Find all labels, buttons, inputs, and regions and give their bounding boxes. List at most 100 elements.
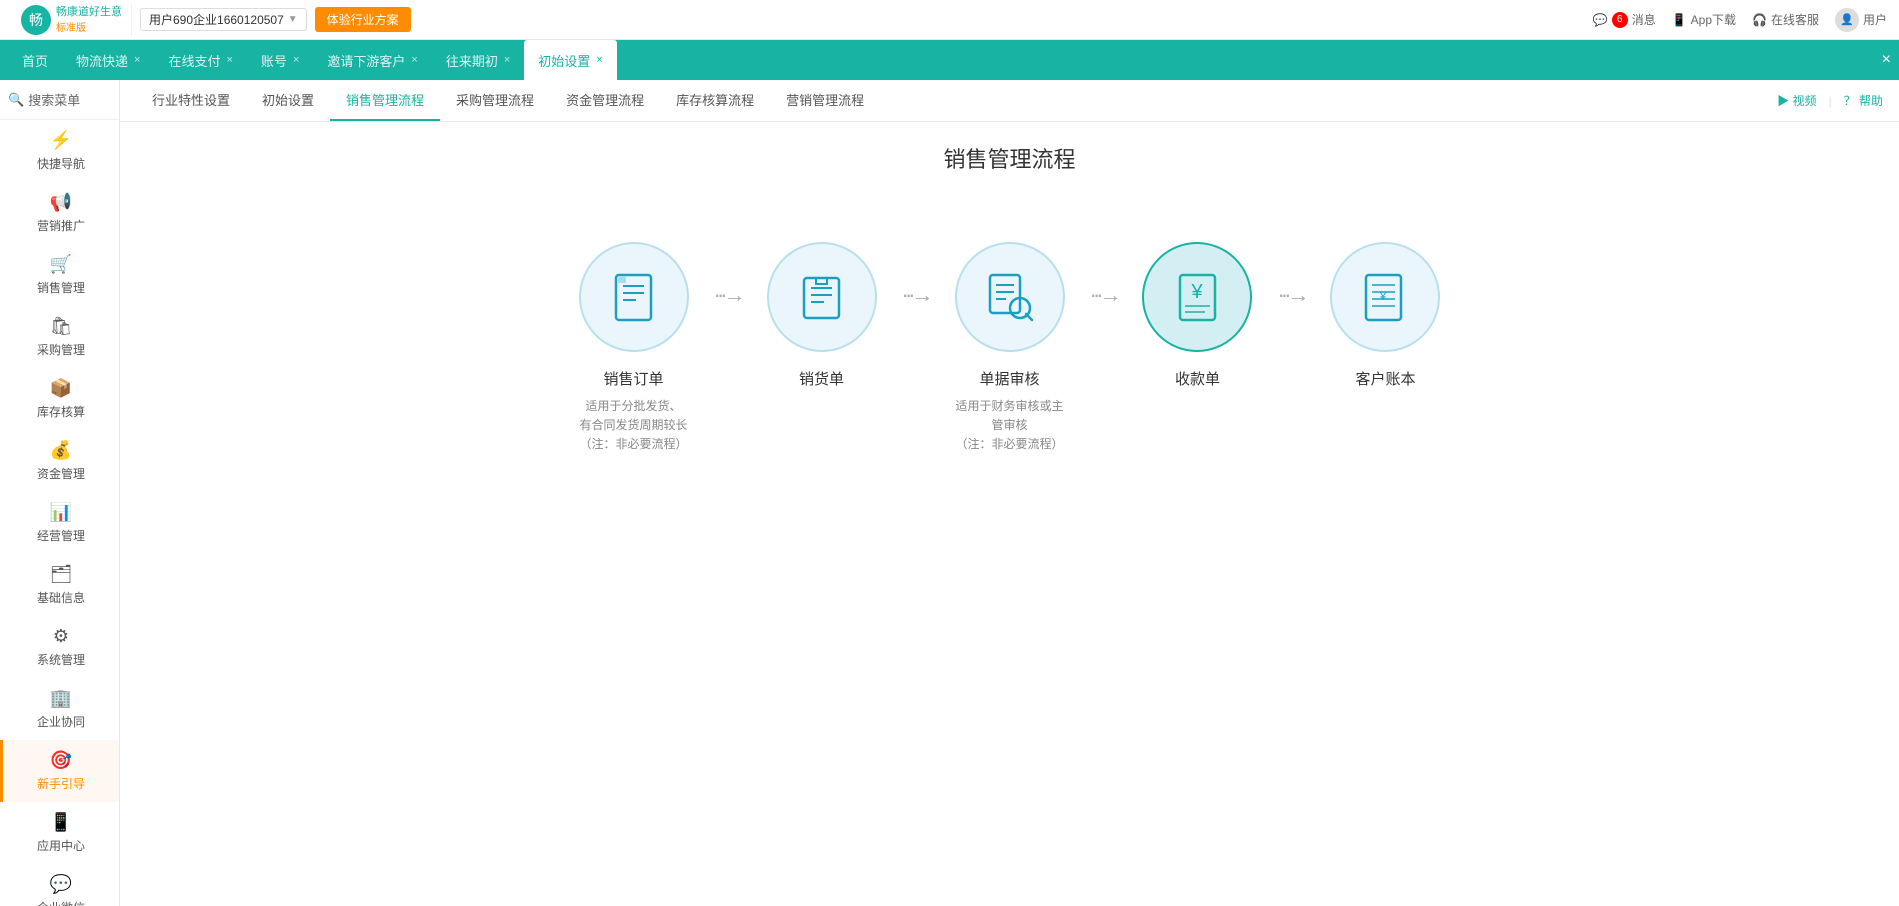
nav-tabs: 首页 物流快递 × 在线支付 × 账号 × 邀请下游客户 × 往来期初 × 初始… bbox=[0, 40, 1899, 80]
sidebar-item-marketing[interactable]: 📢 营销推广 bbox=[0, 182, 119, 244]
user-selector[interactable]: 用户690企业1660120507 ▼ bbox=[140, 8, 307, 31]
sidebar-item-system[interactable]: ⚙ 系统管理 bbox=[0, 616, 119, 678]
tab-invite-label: 邀请下游客户 bbox=[327, 51, 405, 70]
video-icon: ▶ bbox=[1777, 94, 1789, 108]
sidebar-item-app-center[interactable]: 📱 应用中心 bbox=[0, 802, 119, 864]
subtab-init[interactable]: 初始设置 bbox=[246, 80, 330, 121]
tab-payment-close[interactable]: × bbox=[226, 54, 232, 66]
sidebar-item-finance[interactable]: 💰 资金管理 bbox=[0, 430, 119, 492]
sidebar-item-wechat[interactable]: 💬 企业微信 bbox=[0, 864, 119, 906]
sidebar-item-base[interactable]: 🗂 基础信息 bbox=[0, 554, 119, 616]
sidebar-item-label: 企业协同 bbox=[37, 713, 85, 730]
page-content: 销售管理流程 销售订单 适用于分批发货、 有合 bbox=[120, 122, 1899, 906]
sidebar-item-label: 基础信息 bbox=[37, 589, 85, 606]
inventory-icon: 📦 bbox=[50, 378, 72, 399]
tab-init-close[interactable]: × bbox=[596, 54, 602, 66]
svg-text:¥: ¥ bbox=[1190, 281, 1203, 303]
tab-account-close[interactable]: × bbox=[293, 54, 299, 66]
user-avatar[interactable]: 👤 用户 bbox=[1835, 8, 1887, 32]
purchase-icon: 🛍 bbox=[50, 316, 73, 337]
flow-arrow-1: ···→ bbox=[714, 242, 742, 308]
top-bar: 畅 畅康道好生意 标准版 用户690企业1660120507 ▼ 体验行业方案 … bbox=[0, 0, 1899, 40]
tab-payment-label: 在线支付 bbox=[168, 51, 220, 70]
flow-circle-audit bbox=[955, 242, 1065, 352]
tab-invite[interactable]: 邀请下游客户 × bbox=[313, 40, 431, 80]
sidebar-item-label: 新手引导 bbox=[37, 775, 85, 792]
sidebar-item-quick-nav[interactable]: ⚡ 快捷导航 bbox=[0, 120, 119, 182]
sidebar-item-enterprise[interactable]: 🏢 企业协同 bbox=[0, 678, 119, 740]
subtab-industry[interactable]: 行业特性设置 bbox=[136, 80, 246, 121]
sidebar-item-label: 资金管理 bbox=[37, 465, 85, 482]
content-area: 行业特性设置 初始设置 销售管理流程 采购管理流程 资金管理流程 库存核算流程 … bbox=[120, 80, 1899, 906]
finance-icon: 💰 bbox=[50, 440, 72, 461]
sidebar-item-operation[interactable]: 📊 经营管理 bbox=[0, 492, 119, 554]
tab-init[interactable]: 初始设置 × bbox=[524, 40, 616, 80]
tab-period-close[interactable]: × bbox=[504, 54, 510, 66]
main-layout: 🔍 搜索菜单 ⚡ 快捷导航 📢 营销推广 🛒 销售管理 🛍 采购管理 📦 库存核… bbox=[0, 80, 1899, 906]
message-badge: 6 bbox=[1612, 12, 1628, 28]
quick-nav-icon: ⚡ bbox=[50, 130, 72, 151]
headset-icon: 🎧 bbox=[1752, 13, 1767, 27]
avatar: 👤 bbox=[1835, 8, 1859, 32]
flow-circle-sales-order bbox=[579, 242, 689, 352]
operation-icon: 📊 bbox=[50, 502, 72, 523]
sidebar: 🔍 搜索菜单 ⚡ 快捷导航 📢 营销推广 🛒 销售管理 🛍 采购管理 📦 库存核… bbox=[0, 80, 120, 906]
sidebar-item-label: 采购管理 bbox=[37, 341, 85, 358]
trial-button[interactable]: 体验行业方案 bbox=[315, 7, 411, 32]
logo-area: 畅 畅康道好生意 标准版 bbox=[12, 4, 132, 36]
tab-logistics-close[interactable]: × bbox=[134, 54, 140, 66]
sales-icon: 🛒 bbox=[50, 254, 72, 275]
base-icon: 🗂 bbox=[50, 564, 73, 585]
sidebar-item-inventory[interactable]: 📦 库存核算 bbox=[0, 368, 119, 430]
tab-payment[interactable]: 在线支付 × bbox=[154, 40, 246, 80]
flow-item-customer-ledger: ¥ 客户账本 bbox=[1305, 242, 1465, 397]
tab-invite-close[interactable]: × bbox=[411, 54, 417, 66]
user-label: 用户690企业1660120507 bbox=[149, 11, 284, 28]
svg-text:畅: 畅 bbox=[29, 12, 43, 28]
message-button[interactable]: 💬 6 消息 bbox=[1593, 11, 1656, 28]
enterprise-icon: 🏢 bbox=[50, 688, 72, 709]
flow-desc-sales-order: 适用于分批发货、 有合同发货周期较长 （注：非必要流程） bbox=[580, 397, 688, 455]
flow-arrow-3: ···→ bbox=[1090, 242, 1118, 308]
sidebar-item-label: 营销推广 bbox=[37, 217, 85, 234]
online-service-button[interactable]: 🎧 在线客服 bbox=[1752, 11, 1819, 28]
search-icon: 🔍 bbox=[8, 92, 24, 108]
flow-circle-receipt: ¥ bbox=[1142, 242, 1252, 352]
flow-label-sales-order: 销售订单 bbox=[604, 368, 664, 389]
flow-circle-sales-invoice bbox=[767, 242, 877, 352]
app-center-icon: 📱 bbox=[50, 812, 72, 833]
tab-logistics[interactable]: 物流快递 × bbox=[62, 40, 154, 80]
subtab-fund-flow[interactable]: 资金管理流程 bbox=[550, 80, 660, 121]
flow-arrow-2: ···→ bbox=[902, 242, 930, 308]
subtab-inventory-flow[interactable]: 库存核算流程 bbox=[660, 80, 770, 121]
sidebar-item-label: 销售管理 bbox=[37, 279, 85, 296]
subtab-purchase-flow[interactable]: 采购管理流程 bbox=[440, 80, 550, 121]
sidebar-item-purchase[interactable]: 🛍 采购管理 bbox=[0, 306, 119, 368]
flow-item-sales-order: 销售订单 适用于分批发货、 有合同发货周期较长 （注：非必要流程） bbox=[554, 242, 714, 455]
tab-home-label: 首页 bbox=[22, 51, 48, 70]
flow-label-receipt: 收款单 bbox=[1175, 368, 1220, 389]
sidebar-item-label: 经营管理 bbox=[37, 527, 85, 544]
flow-desc-audit: 适用于财务审核或主 管审核 （注：非必要流程） bbox=[955, 397, 1063, 455]
search-menu[interactable]: 🔍 搜索菜单 bbox=[0, 80, 119, 120]
sidebar-item-sales[interactable]: 🛒 销售管理 bbox=[0, 244, 119, 306]
video-link[interactable]: ▶ 视频 bbox=[1777, 92, 1816, 109]
tab-period[interactable]: 往来期初 × bbox=[432, 40, 524, 80]
app-download-button[interactable]: 📱 App下载 bbox=[1672, 11, 1736, 28]
tab-home[interactable]: 首页 bbox=[8, 40, 62, 80]
tab-period-label: 往来期初 bbox=[446, 51, 498, 70]
tab-account[interactable]: 账号 × bbox=[247, 40, 313, 80]
sidebar-item-guide[interactable]: 🎯 新手引导 bbox=[0, 740, 119, 802]
sub-tabs: 行业特性设置 初始设置 销售管理流程 采购管理流程 资金管理流程 库存核算流程 … bbox=[120, 80, 1899, 122]
flow-label-customer-ledger: 客户账本 bbox=[1355, 368, 1415, 389]
help-link[interactable]: ？ 帮助 bbox=[1844, 92, 1883, 109]
sidebar-item-label: 应用中心 bbox=[37, 837, 85, 854]
flow-circle-customer-ledger: ¥ bbox=[1330, 242, 1440, 352]
flow-item-audit: 单据审核 适用于财务审核或主 管审核 （注：非必要流程） bbox=[930, 242, 1090, 455]
wechat-icon: 💬 bbox=[50, 874, 72, 895]
subtab-sales-flow[interactable]: 销售管理流程 bbox=[330, 80, 440, 121]
chevron-down-icon: ▼ bbox=[288, 14, 298, 25]
close-all-tabs[interactable]: × bbox=[1882, 51, 1891, 69]
flow-diagram: 销售订单 适用于分批发货、 有合同发货周期较长 （注：非必要流程） ···→ bbox=[140, 222, 1879, 475]
subtab-marketing-flow[interactable]: 营销管理流程 bbox=[770, 80, 880, 121]
